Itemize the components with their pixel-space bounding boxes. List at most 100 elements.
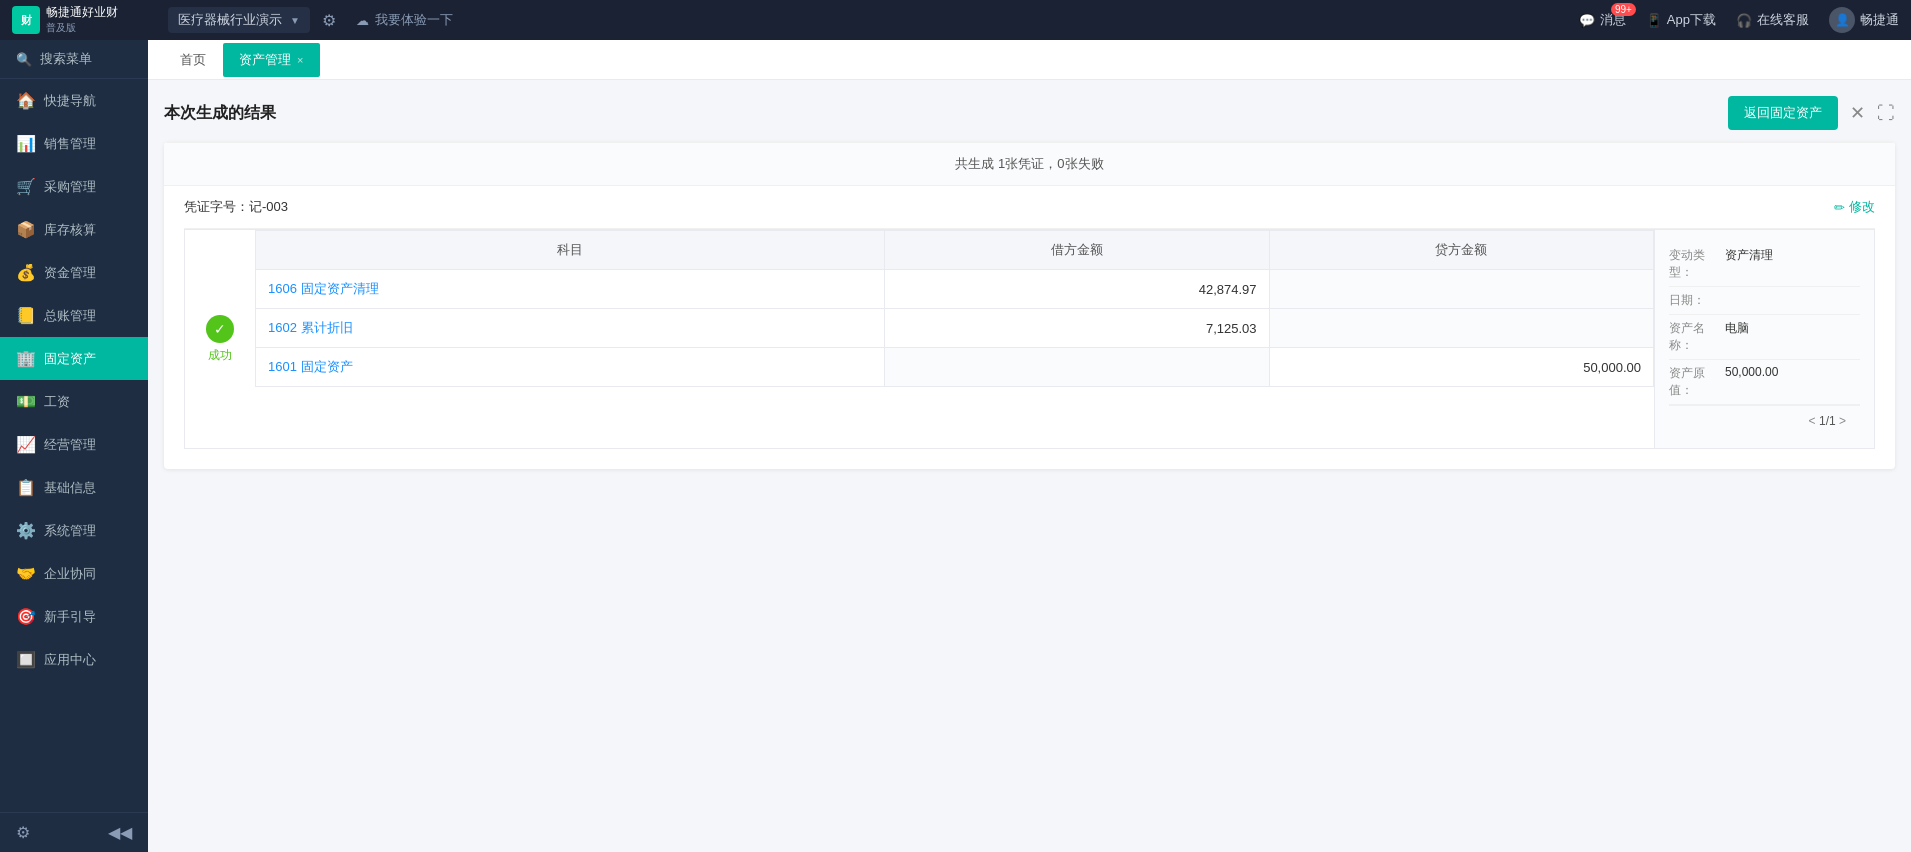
messages-button[interactable]: 💬 消息 99+: [1579, 11, 1626, 29]
online-service-label: 在线客服: [1757, 11, 1809, 29]
expand-panel-icon[interactable]: ⛶: [1877, 103, 1895, 124]
app-center-icon: 🔲: [16, 650, 34, 669]
sidebar-item-label: 资金管理: [44, 264, 96, 282]
success-icon-area: ✓ 成功: [185, 230, 255, 448]
voucher-container: ✓ 成功 科目: [184, 229, 1875, 449]
sidebar-item-operations[interactable]: 📈 经营管理: [0, 423, 148, 466]
result-panel: 共生成 1张凭证，0张失败 凭证字号：记-003 ✏ 修改: [164, 142, 1895, 469]
prev-page-icon[interactable]: <: [1809, 414, 1816, 428]
tab-close-icon[interactable]: ×: [297, 54, 303, 66]
row3-debit: [885, 348, 1269, 387]
sidebar-item-quick-nav[interactable]: 🏠 快捷导航: [0, 79, 148, 122]
sidebar-item-ledger[interactable]: 📒 总账管理: [0, 294, 148, 337]
app-download-button[interactable]: 📱 App下载: [1646, 11, 1716, 29]
sidebar-item-funds[interactable]: 💰 资金管理: [0, 251, 148, 294]
row1-debit: 42,874.97: [885, 270, 1269, 309]
tab-home[interactable]: 首页: [164, 43, 223, 77]
tab-assets-mgmt[interactable]: 资产管理 ×: [223, 43, 320, 77]
row2-subject: 1602 累计折旧: [256, 309, 885, 348]
sidebar-item-guide[interactable]: 🎯 新手引导: [0, 595, 148, 638]
close-panel-icon[interactable]: ✕: [1850, 102, 1865, 124]
system-icon: ⚙️: [16, 521, 34, 540]
voucher-header: 凭证字号：记-003 ✏ 修改: [184, 186, 1875, 229]
table-row: 1606 固定资产清理 42,874.97: [256, 270, 1654, 309]
workspace-settings-icon[interactable]: ⚙: [314, 5, 344, 35]
row2-debit: 7,125.03: [885, 309, 1269, 348]
user-menu[interactable]: 👤 畅捷通: [1829, 7, 1899, 33]
headset-icon: 🎧: [1736, 13, 1752, 28]
return-button[interactable]: 返回固定资产: [1728, 96, 1838, 130]
edit-label: 修改: [1849, 198, 1875, 216]
user-icon: 👤: [1835, 13, 1850, 27]
workspace-selector[interactable]: 医疗器械行业演示 ▼: [168, 7, 310, 33]
sidebar-item-label: 总账管理: [44, 307, 96, 325]
change-type-label: 变动类型：: [1669, 247, 1725, 281]
voucher-left-container: ✓ 成功 科目: [185, 230, 1654, 448]
info-row-change-type: 变动类型： 资产清理: [1669, 242, 1860, 287]
online-service-button[interactable]: 🎧 在线客服: [1736, 11, 1809, 29]
sales-icon: 📊: [16, 134, 34, 153]
summary-text: 共生成 1张凭证，0张失败: [955, 156, 1103, 171]
edit-button[interactable]: ✏ 修改: [1834, 198, 1875, 216]
settings-icon[interactable]: ⚙: [16, 823, 30, 842]
sidebar-item-payroll[interactable]: 💵 工资: [0, 380, 148, 423]
row3-subject: 1601 固定资产: [256, 348, 885, 387]
next-page-icon[interactable]: >: [1839, 414, 1846, 428]
info-row-date: 日期：: [1669, 287, 1860, 315]
operations-icon: 📈: [16, 435, 34, 454]
sidebar-footer: ⚙ ◀◀: [0, 812, 148, 852]
change-type-value: 资产清理: [1725, 247, 1773, 281]
voucher-number: 凭证字号：记-003: [184, 198, 288, 216]
top-header: 财 畅捷通好业财 普及版 医疗器械行业演示 ▼ ⚙ ☁ 我要体验一下 💬 消息 …: [0, 0, 1911, 40]
sidebar-item-sales[interactable]: 📊 销售管理: [0, 122, 148, 165]
sidebar-item-system[interactable]: ⚙️ 系统管理: [0, 509, 148, 552]
sidebar-item-fixed-assets[interactable]: 🏢 固定资产: [0, 337, 148, 380]
experience-icon: ☁: [356, 13, 369, 28]
side-info-panel: 变动类型： 资产清理 日期： 资产名称： 电脑: [1654, 230, 1874, 448]
checkmark-icon: ✓: [214, 321, 226, 337]
original-value-value: 50,000.00: [1725, 365, 1778, 399]
sidebar-item-inventory[interactable]: 📦 库存核算: [0, 208, 148, 251]
row1-subject: 1606 固定资产清理: [256, 270, 885, 309]
sidebar-item-label: 应用中心: [44, 651, 96, 669]
sidebar-item-enterprise[interactable]: 🤝 企业协同: [0, 552, 148, 595]
experience-label: 我要体验一下: [375, 11, 453, 29]
user-label: 畅捷通: [1860, 11, 1899, 29]
avatar: 👤: [1829, 7, 1855, 33]
voucher-table-container: 科目 借方金额 贷方金额 1606 固定资产清理: [255, 230, 1654, 448]
asset-name-value: 电脑: [1725, 320, 1749, 354]
sidebar-item-label: 采购管理: [44, 178, 96, 196]
edit-icon: ✏: [1834, 200, 1845, 215]
sidebar-item-label: 快捷导航: [44, 92, 96, 110]
sidebar-item-label: 系统管理: [44, 522, 96, 540]
sidebar-search[interactable]: 🔍 搜索菜单: [0, 40, 148, 79]
table-row: 1601 固定资产 50,000.00: [256, 348, 1654, 387]
sidebar: 🔍 搜索菜单 🏠 快捷导航 📊 销售管理 🛒 采购管理 📦 库存核算 💰 资金管…: [0, 40, 148, 852]
inventory-icon: 📦: [16, 220, 34, 239]
home-icon: 🏠: [16, 91, 34, 110]
sidebar-item-basic-info[interactable]: 📋 基础信息: [0, 466, 148, 509]
info-row-asset-name: 资产名称： 电脑: [1669, 315, 1860, 360]
voucher-table: 科目 借方金额 贷方金额 1606 固定资产清理: [255, 230, 1654, 387]
page-indicator: 1/1: [1819, 414, 1839, 428]
sidebar-item-app-center[interactable]: 🔲 应用中心: [0, 638, 148, 681]
sidebar-item-label: 企业协同: [44, 565, 96, 583]
success-circle: ✓: [206, 315, 234, 343]
app-download-label: App下载: [1667, 11, 1716, 29]
sidebar-item-label: 基础信息: [44, 479, 96, 497]
workspace-arrow-icon: ▼: [290, 15, 300, 26]
col-header-subject: 科目: [256, 231, 885, 270]
messages-badge: 99+: [1611, 3, 1636, 16]
logo-area: 财 畅捷通好业财 普及版: [12, 5, 160, 35]
experience-button[interactable]: ☁ 我要体验一下: [356, 11, 453, 29]
sidebar-item-purchase[interactable]: 🛒 采购管理: [0, 165, 148, 208]
collapse-icon[interactable]: ◀◀: [108, 823, 132, 842]
ledger-icon: 📒: [16, 306, 34, 325]
tab-assets-mgmt-label: 资产管理: [239, 51, 291, 69]
pagination: < 1/1 >: [1669, 405, 1860, 436]
original-value-label: 资产原值：: [1669, 365, 1725, 399]
fixed-assets-icon: 🏢: [16, 349, 34, 368]
page-title: 本次生成的结果: [164, 103, 276, 124]
row3-credit: 50,000.00: [1269, 348, 1653, 387]
sidebar-item-label: 工资: [44, 393, 70, 411]
